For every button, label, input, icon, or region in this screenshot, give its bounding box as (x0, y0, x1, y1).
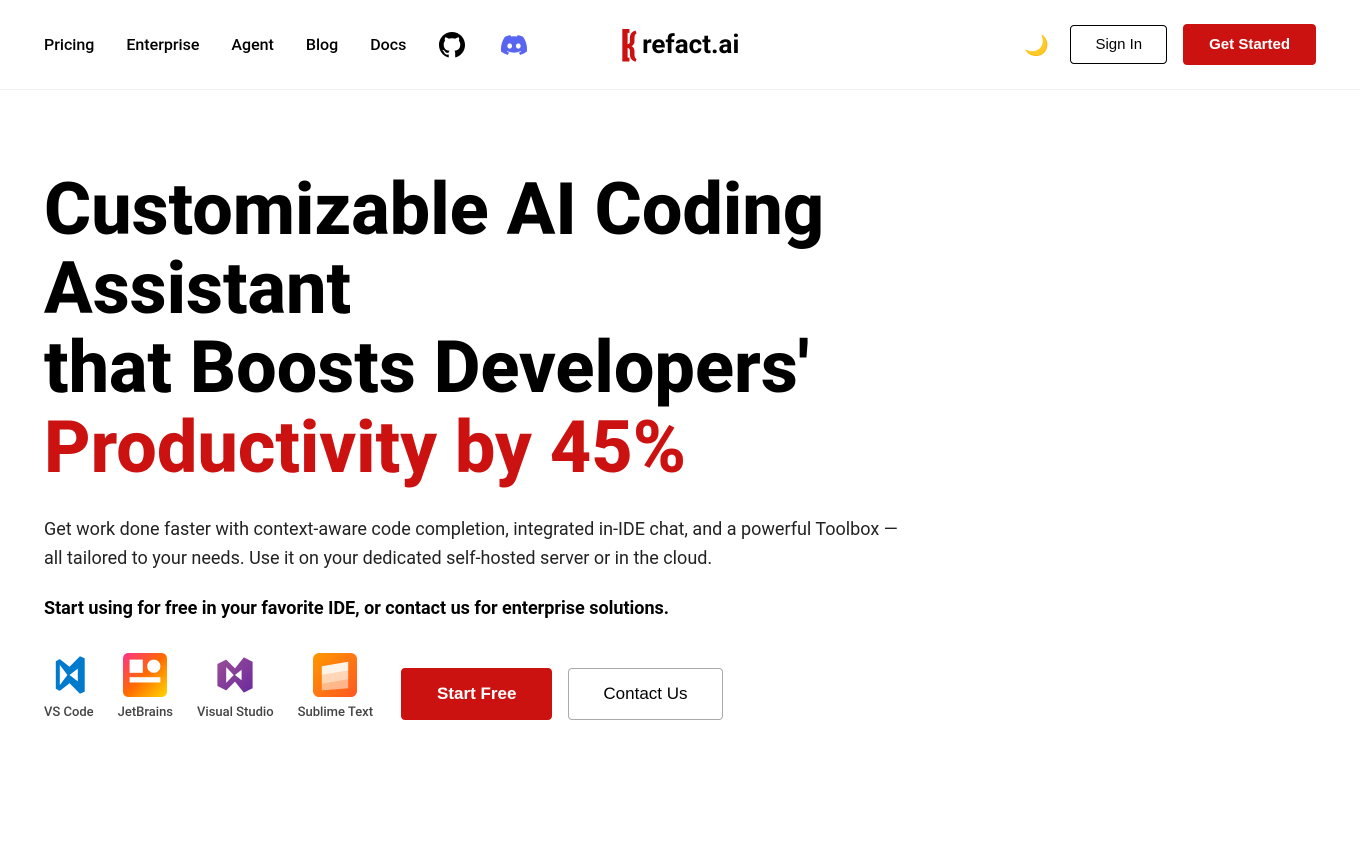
visualstudio-label: Visual Studio (197, 705, 274, 720)
ide-jetbrains: JetBrains (118, 651, 173, 720)
ide-visualstudio: Visual Studio (197, 651, 274, 720)
nav-pricing[interactable]: Pricing (44, 35, 94, 54)
contact-us-button[interactable]: Contact Us (568, 668, 722, 720)
sublimetext-label: Sublime Text (298, 705, 373, 720)
jetbrains-icon (121, 651, 169, 699)
nav-right: 🌙 Sign In Get Started (1018, 24, 1316, 65)
headline-line2: that Boosts Developers' (44, 325, 809, 410)
headline-line1: Customizable AI Coding Assistant (44, 167, 824, 331)
vscode-label: VS Code (44, 705, 94, 720)
hero-headline: Customizable AI Coding Assistant that Bo… (44, 170, 1056, 487)
vscode-icon (45, 651, 93, 699)
ide-row: VS Code J (44, 651, 1056, 720)
visualstudio-icon (211, 651, 259, 699)
site-logo[interactable]: [{ refact.ai (621, 26, 740, 64)
nav-links: Pricing Enterprise Agent Blog Docs (44, 31, 1018, 59)
navbar: Pricing Enterprise Agent Blog Docs [{ re… (0, 0, 1360, 90)
jetbrains-label: JetBrains (118, 705, 173, 720)
ide-vscode: VS Code (44, 651, 94, 720)
discord-icon[interactable] (498, 31, 530, 59)
cta-buttons: Start Free Contact Us (401, 668, 722, 720)
logo-text: refact.ai (642, 30, 739, 60)
github-icon[interactable] (438, 31, 466, 59)
ide-sublimetext: Sublime Text (298, 651, 373, 720)
hero-subtext: Get work done faster with context-aware … (44, 515, 904, 574)
nav-enterprise[interactable]: Enterprise (126, 35, 199, 54)
headline-accent: Productivity by 45% (44, 405, 686, 490)
hero-section: Customizable AI Coding Assistant that Bo… (0, 90, 1100, 780)
signin-button[interactable]: Sign In (1070, 25, 1167, 64)
getstarted-button[interactable]: Get Started (1183, 24, 1316, 65)
nav-agent[interactable]: Agent (231, 35, 273, 54)
nav-blog[interactable]: Blog (306, 35, 338, 54)
hero-cta-line: Start using for free in your favorite ID… (44, 598, 1056, 619)
start-free-button[interactable]: Start Free (401, 668, 552, 720)
sublimetext-icon (311, 651, 359, 699)
moon-icon: 🌙 (1024, 33, 1049, 57)
theme-toggle-button[interactable]: 🌙 (1018, 27, 1054, 63)
nav-docs[interactable]: Docs (370, 35, 406, 54)
